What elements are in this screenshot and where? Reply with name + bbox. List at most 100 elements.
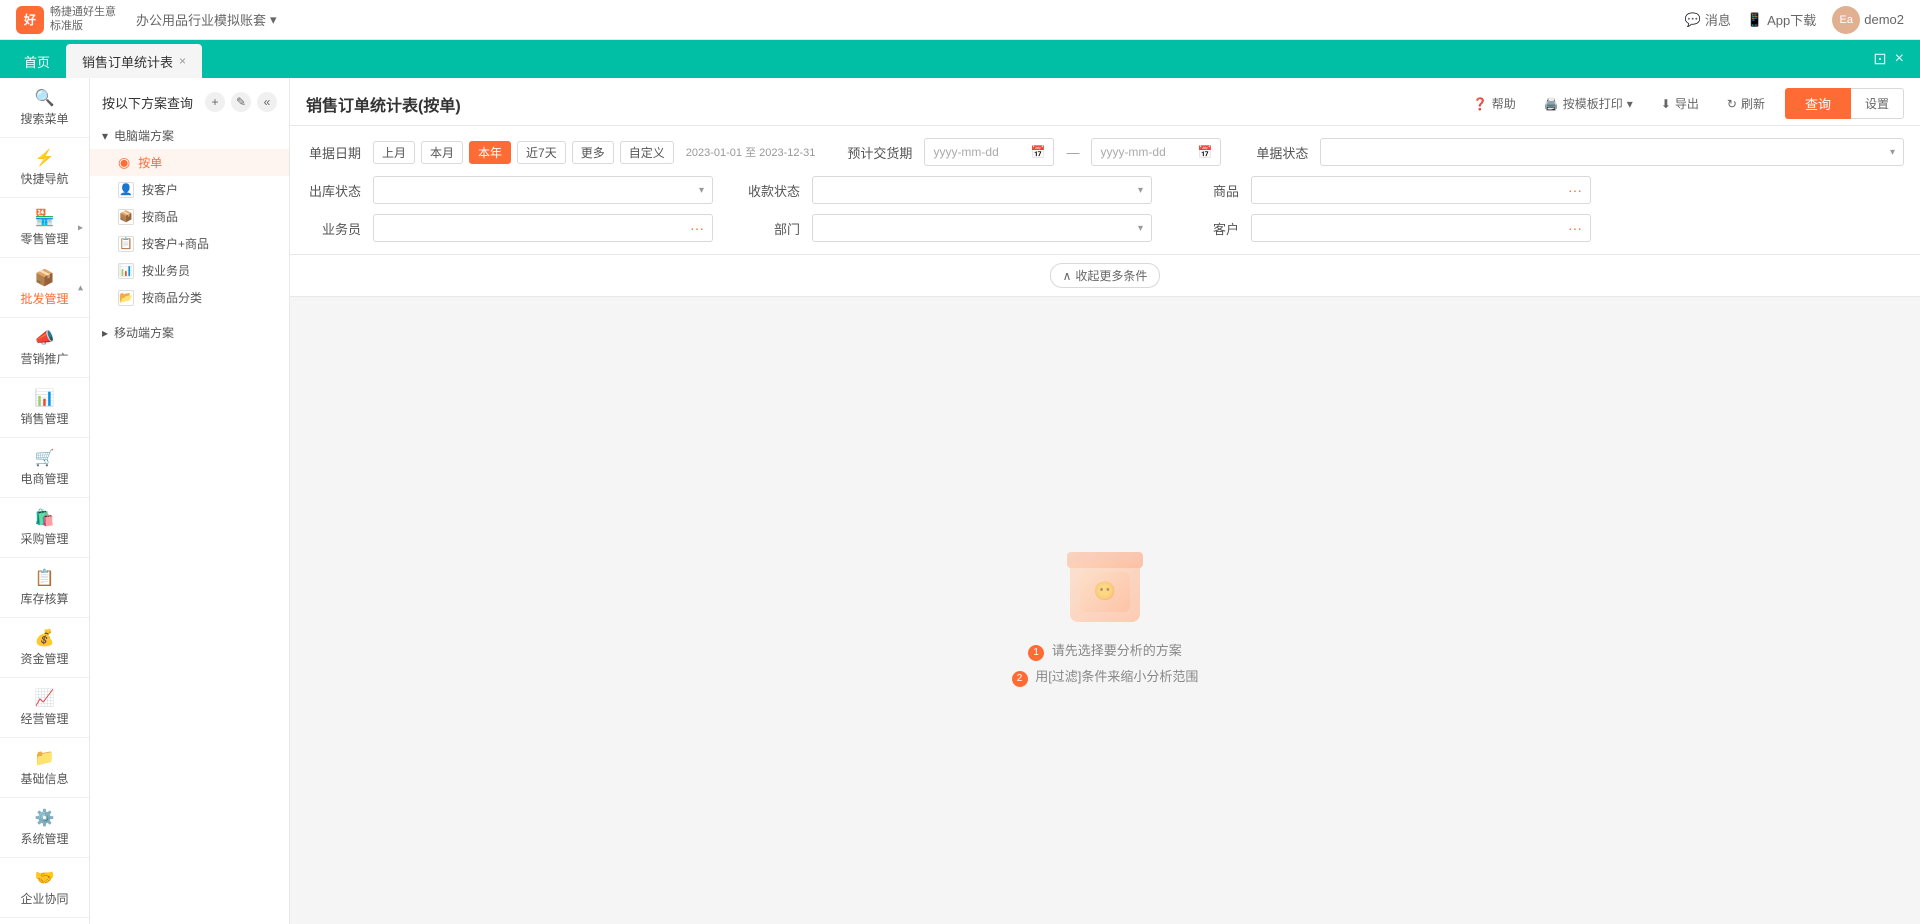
hint-1-number: 1	[1028, 645, 1044, 661]
department-select[interactable]: ▾	[812, 214, 1152, 242]
collapse-panel-button[interactable]: «	[257, 92, 277, 112]
avatar: Ea	[1832, 6, 1860, 34]
action-buttons: 查询 设置	[1785, 88, 1904, 119]
breadcrumb: 办公用品行业模拟账套 ▾	[136, 10, 277, 29]
chevron-up-icon: ▴	[78, 282, 83, 293]
user-menu[interactable]: Ea demo2	[1832, 6, 1904, 34]
delivery-dropdown-icon: ▾	[699, 185, 704, 196]
schema-item-by-customer[interactable]: 👤 按客户	[90, 176, 289, 203]
ecommerce-icon: 🛒	[35, 448, 55, 468]
search-icon: 🔍	[35, 88, 55, 108]
sidebar-item-quick-nav[interactable]: ⚡ 快捷导航	[0, 138, 89, 198]
help-button[interactable]: ❓ 帮助	[1465, 91, 1524, 116]
sidebar-item-marketing[interactable]: 📣 营销推广	[0, 318, 89, 378]
breadcrumb-dropdown-icon[interactable]: ▾	[270, 12, 277, 28]
expected-delivery-end[interactable]: yyyy-mm-dd 📅	[1091, 138, 1221, 166]
salesperson-more-icon[interactable]: ···	[690, 220, 704, 236]
expected-delivery-start[interactable]: yyyy-mm-dd 📅	[924, 138, 1054, 166]
tab-sales-order[interactable]: 销售订单统计表 ×	[66, 44, 202, 78]
sidebar-item-operation[interactable]: 📈 经营管理	[0, 678, 89, 738]
tab-bar: 首页 销售订单统计表 × ⊡ ×	[0, 40, 1920, 78]
sidebar-item-ecommerce[interactable]: 🛒 电商管理	[0, 438, 89, 498]
logo-area: 好 畅捷通好生意 标准版	[16, 6, 116, 34]
calendar-icon-1: 📅	[1030, 145, 1045, 159]
date-btn-last-month[interactable]: 上月	[373, 141, 415, 164]
chevron-down-icon: ▾	[102, 129, 108, 143]
pc-schema-group[interactable]: ▾ 电脑端方案	[90, 122, 289, 149]
template-print-dropdown-icon: ▾	[1627, 97, 1633, 111]
payment-status-select[interactable]: ▾	[812, 176, 1152, 204]
empty-box-face: 😶	[1094, 581, 1116, 602]
sidebar-item-system[interactable]: ⚙️ 系统管理	[0, 798, 89, 858]
sidebar-item-wholesale[interactable]: 📦 批发管理 ▴	[0, 258, 89, 318]
schema-section: ▾ 电脑端方案 ◉ 按单 👤 按客户 📦 按商品 📋 按客户+商品	[90, 118, 289, 315]
page-header: 销售订单统计表(按单) ❓ 帮助 🖨️ 按模板打印 ▾ ⬇ 导出	[290, 78, 1920, 126]
message-button[interactable]: 💬 消息	[1685, 10, 1731, 29]
expected-delivery-label: 预计交货期	[847, 143, 912, 162]
mobile-schema-header[interactable]: ▸ 移动端方案	[90, 319, 289, 346]
page-actions: ❓ 帮助 🖨️ 按模板打印 ▾ ⬇ 导出 ↻ 刷新	[1465, 88, 1904, 119]
date-btn-custom[interactable]: 自定义	[620, 141, 674, 164]
sidebar-item-basic[interactable]: 📁 基础信息	[0, 738, 89, 798]
left-panel-header: 按以下方案查询 + ✎ «	[90, 86, 289, 118]
date-btn-more[interactable]: 更多	[572, 141, 614, 164]
payment-dropdown-icon: ▾	[1138, 185, 1143, 196]
sidebar-item-inventory[interactable]: 📋 库存核算	[0, 558, 89, 618]
template-print-button[interactable]: 🖨️ 按模板打印 ▾	[1536, 91, 1641, 116]
mobile-schema-group: ▸ 移动端方案	[90, 319, 289, 346]
date-btn-7days[interactable]: 近7天	[517, 141, 566, 164]
query-button[interactable]: 查询	[1785, 88, 1851, 119]
product-more-icon[interactable]: ···	[1568, 182, 1582, 198]
schema-item-by-category[interactable]: 📂 按商品分类	[90, 284, 289, 311]
sidebar-item-cooperation[interactable]: 🤝 企业协同	[0, 858, 89, 918]
empty-illustration: 😶	[1055, 532, 1155, 622]
sidebar-item-finance[interactable]: 💰 资金管理	[0, 618, 89, 678]
by-customer-icon: 👤	[118, 182, 134, 198]
order-status-dropdown-icon: ▾	[1890, 147, 1895, 158]
purchase-icon: 🛍️	[35, 508, 55, 528]
app-download-button[interactable]: 📱 App下载	[1747, 10, 1816, 29]
date-separator: —	[1066, 145, 1079, 160]
tab-close-icon[interactable]: ×	[179, 54, 186, 68]
schema-item-by-customer-product[interactable]: 📋 按客户+商品	[90, 230, 289, 257]
hint-2-number: 2	[1012, 671, 1028, 687]
product-input[interactable]: ···	[1251, 176, 1591, 204]
customer-more-icon[interactable]: ···	[1568, 220, 1582, 236]
date-label: 单据日期	[306, 143, 361, 162]
schema-item-by-product[interactable]: 📦 按商品	[90, 203, 289, 230]
tab-home[interactable]: 首页	[8, 44, 66, 78]
empty-area: 😶 1 请先选择要分析的方案 2 用[过滤]条件来缩小分析范围	[290, 297, 1920, 924]
empty-hint: 1 请先选择要分析的方案 2 用[过滤]条件来缩小分析范围	[1012, 638, 1199, 690]
add-schema-button[interactable]: +	[205, 92, 225, 112]
sidebar-item-search[interactable]: 🔍 搜索菜单	[0, 78, 89, 138]
refresh-icon: ↻	[1727, 97, 1737, 111]
export-icon: ⬇	[1661, 97, 1671, 111]
close-window-icon[interactable]: ×	[1895, 50, 1904, 68]
refresh-button[interactable]: ↻ 刷新	[1719, 91, 1773, 116]
schema-item-by-salesperson[interactable]: 📊 按业务员	[90, 257, 289, 284]
date-btn-this-month[interactable]: 本月	[421, 141, 463, 164]
logo-text: 畅捷通好生意 标准版	[50, 6, 116, 32]
edit-schema-button[interactable]: ✎	[231, 92, 251, 112]
schema-item-by-order[interactable]: ◉ 按单	[90, 149, 289, 176]
order-status-select[interactable]: ▾	[1320, 138, 1904, 166]
restore-window-icon[interactable]: ⊡	[1873, 49, 1886, 69]
sidebar-item-retail[interactable]: 🏪 零售管理 ▸	[0, 198, 89, 258]
settings-button[interactable]: 设置	[1851, 88, 1904, 119]
date-btn-this-year[interactable]: 本年	[469, 141, 511, 164]
sidebar-item-purchase[interactable]: 🛍️ 采购管理	[0, 498, 89, 558]
delivery-status-label: 出库状态	[306, 181, 361, 200]
delivery-status-select[interactable]: ▾	[373, 176, 713, 204]
filter-bar: 单据日期 上月 本月 本年 近7天 更多 自定义 2023-01-01 至 20…	[290, 126, 1920, 255]
customer-label: 客户	[1184, 219, 1239, 238]
tab-bar-actions: ⊡ ×	[1865, 40, 1912, 78]
department-label: 部门	[745, 219, 800, 238]
retail-icon: 🏪	[35, 208, 55, 228]
sidebar-item-newbie[interactable]: 🎯 新手引导	[0, 918, 89, 924]
export-button[interactable]: ⬇ 导出	[1653, 91, 1707, 116]
salesperson-input[interactable]: ···	[373, 214, 713, 242]
filter-row-2: 出库状态 ▾ 收款状态 ▾ 商品 ···	[306, 176, 1904, 204]
collapse-button[interactable]: ∧ 收起更多条件	[1050, 263, 1161, 288]
sidebar-item-sales[interactable]: 📊 销售管理	[0, 378, 89, 438]
customer-input[interactable]: ···	[1251, 214, 1591, 242]
